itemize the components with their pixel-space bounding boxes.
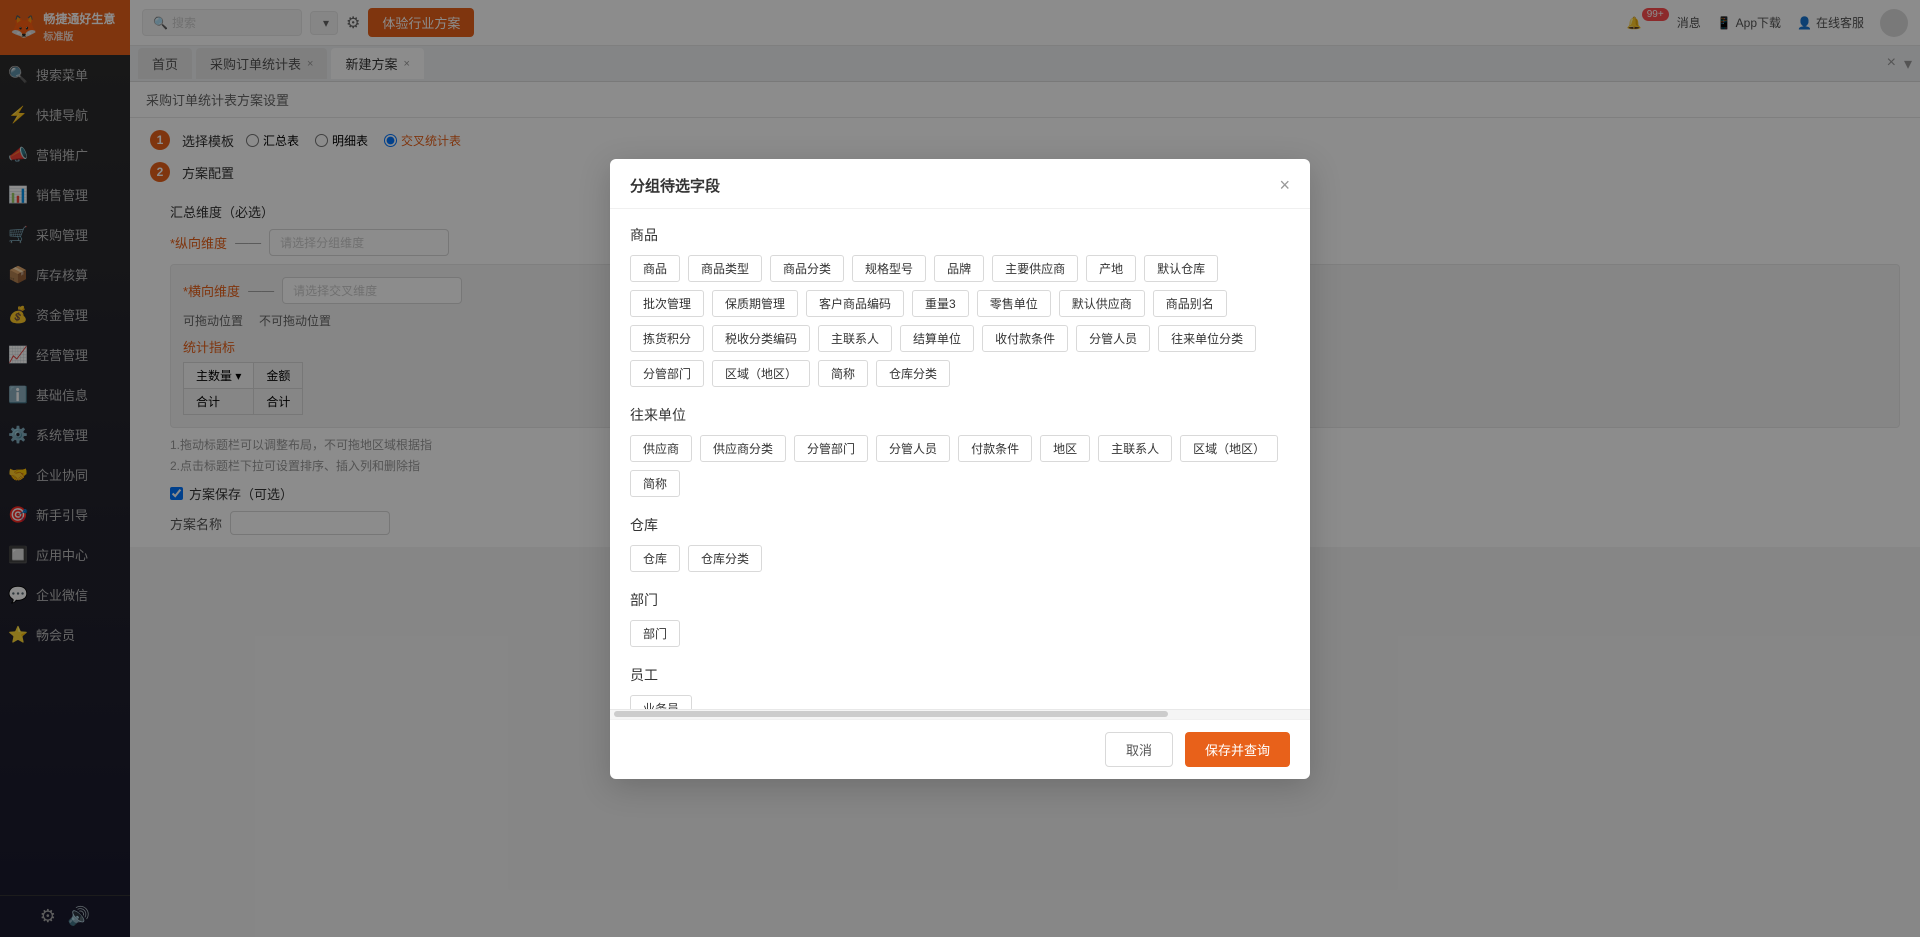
field-chip[interactable]: 区域（地区）: [1180, 435, 1278, 462]
field-chip[interactable]: 品牌: [934, 255, 984, 282]
modal-header: 分组待选字段 ×: [610, 159, 1310, 209]
field-chip[interactable]: 商品分类: [770, 255, 844, 282]
field-chip[interactable]: 主联系人: [1098, 435, 1172, 462]
field-chip[interactable]: 地区: [1040, 435, 1090, 462]
product-section-title: 商品: [630, 225, 1290, 245]
field-chip[interactable]: 客户商品编码: [806, 290, 904, 317]
field-chip[interactable]: 仓库分类: [876, 360, 950, 387]
field-chip[interactable]: 产地: [1086, 255, 1136, 282]
field-chip[interactable]: 分管部门: [794, 435, 868, 462]
employee-section: 员工 业务员: [630, 665, 1290, 709]
cancel-button[interactable]: 取消: [1105, 732, 1173, 767]
partner-section: 往来单位 供应商供应商分类分管部门分管人员付款条件地区主联系人区域（地区） 简称: [630, 405, 1290, 497]
field-chip[interactable]: 分管部门: [630, 360, 704, 387]
field-chip[interactable]: 业务员: [630, 695, 692, 709]
product-chips: 商品商品类型商品分类规格型号品牌主要供应商产地默认仓库批次管理保质期管理客户商品…: [630, 255, 1290, 387]
field-chip[interactable]: 主要供应商: [992, 255, 1078, 282]
field-chip[interactable]: 批次管理: [630, 290, 704, 317]
field-chip[interactable]: 拣货积分: [630, 325, 704, 352]
field-chip[interactable]: 默认供应商: [1059, 290, 1145, 317]
field-chip[interactable]: 默认仓库: [1144, 255, 1218, 282]
department-chips: 部门: [630, 620, 1290, 647]
employee-chips: 业务员: [630, 695, 1290, 709]
field-chip[interactable]: 仓库: [630, 545, 680, 572]
modal-body: 商品 商品商品类型商品分类规格型号品牌主要供应商产地默认仓库批次管理保质期管理客…: [610, 209, 1310, 709]
field-chip[interactable]: 规格型号: [852, 255, 926, 282]
field-chip[interactable]: 收付款条件: [982, 325, 1068, 352]
field-chip[interactable]: 简称: [818, 360, 868, 387]
partner-chips: 供应商供应商分类分管部门分管人员付款条件地区主联系人区域（地区） 简称: [630, 435, 1290, 497]
field-select-modal: 分组待选字段 × 商品 商品商品类型商品分类规格型号品牌主要供应商产地默认仓库批…: [610, 159, 1310, 779]
modal-scrollbar-track: [610, 709, 1310, 719]
field-chip[interactable]: 重量3: [912, 290, 969, 317]
field-chip[interactable]: 商品: [630, 255, 680, 282]
modal-title: 分组待选字段: [630, 175, 720, 196]
modal-footer: 取消 保存并查询: [610, 719, 1310, 779]
field-chip[interactable]: 主联系人: [818, 325, 892, 352]
department-section-title: 部门: [630, 590, 1290, 610]
field-chip[interactable]: 商品类型: [688, 255, 762, 282]
product-section: 商品 商品商品类型商品分类规格型号品牌主要供应商产地默认仓库批次管理保质期管理客…: [630, 225, 1290, 387]
field-chip[interactable]: 分管人员: [876, 435, 950, 462]
field-chip[interactable]: 往来单位分类: [1158, 325, 1256, 352]
field-chip[interactable]: 零售单位: [977, 290, 1051, 317]
field-chip[interactable]: 税收分类编码: [712, 325, 810, 352]
field-chip[interactable]: 保质期管理: [712, 290, 798, 317]
warehouse-chips: 仓库仓库分类: [630, 545, 1290, 572]
field-chip[interactable]: 商品别名: [1153, 290, 1227, 317]
field-chip[interactable]: 结算单位: [900, 325, 974, 352]
warehouse-section-title: 仓库: [630, 515, 1290, 535]
warehouse-section: 仓库 仓库仓库分类: [630, 515, 1290, 572]
field-chip[interactable]: 分管人员: [1076, 325, 1150, 352]
field-chip[interactable]: 供应商: [630, 435, 692, 462]
field-chip[interactable]: 仓库分类: [688, 545, 762, 572]
field-chip[interactable]: 供应商分类: [700, 435, 786, 462]
department-section: 部门 部门: [630, 590, 1290, 647]
field-chip[interactable]: 简称: [630, 470, 680, 497]
modal-scrollbar-thumb[interactable]: [614, 711, 1168, 717]
partner-section-title: 往来单位: [630, 405, 1290, 425]
confirm-button[interactable]: 保存并查询: [1185, 732, 1290, 767]
field-chip[interactable]: 付款条件: [958, 435, 1032, 462]
modal-close-button[interactable]: ×: [1279, 175, 1290, 196]
employee-section-title: 员工: [630, 665, 1290, 685]
field-chip[interactable]: 部门: [630, 620, 680, 647]
field-chip[interactable]: 区域（地区）: [712, 360, 810, 387]
